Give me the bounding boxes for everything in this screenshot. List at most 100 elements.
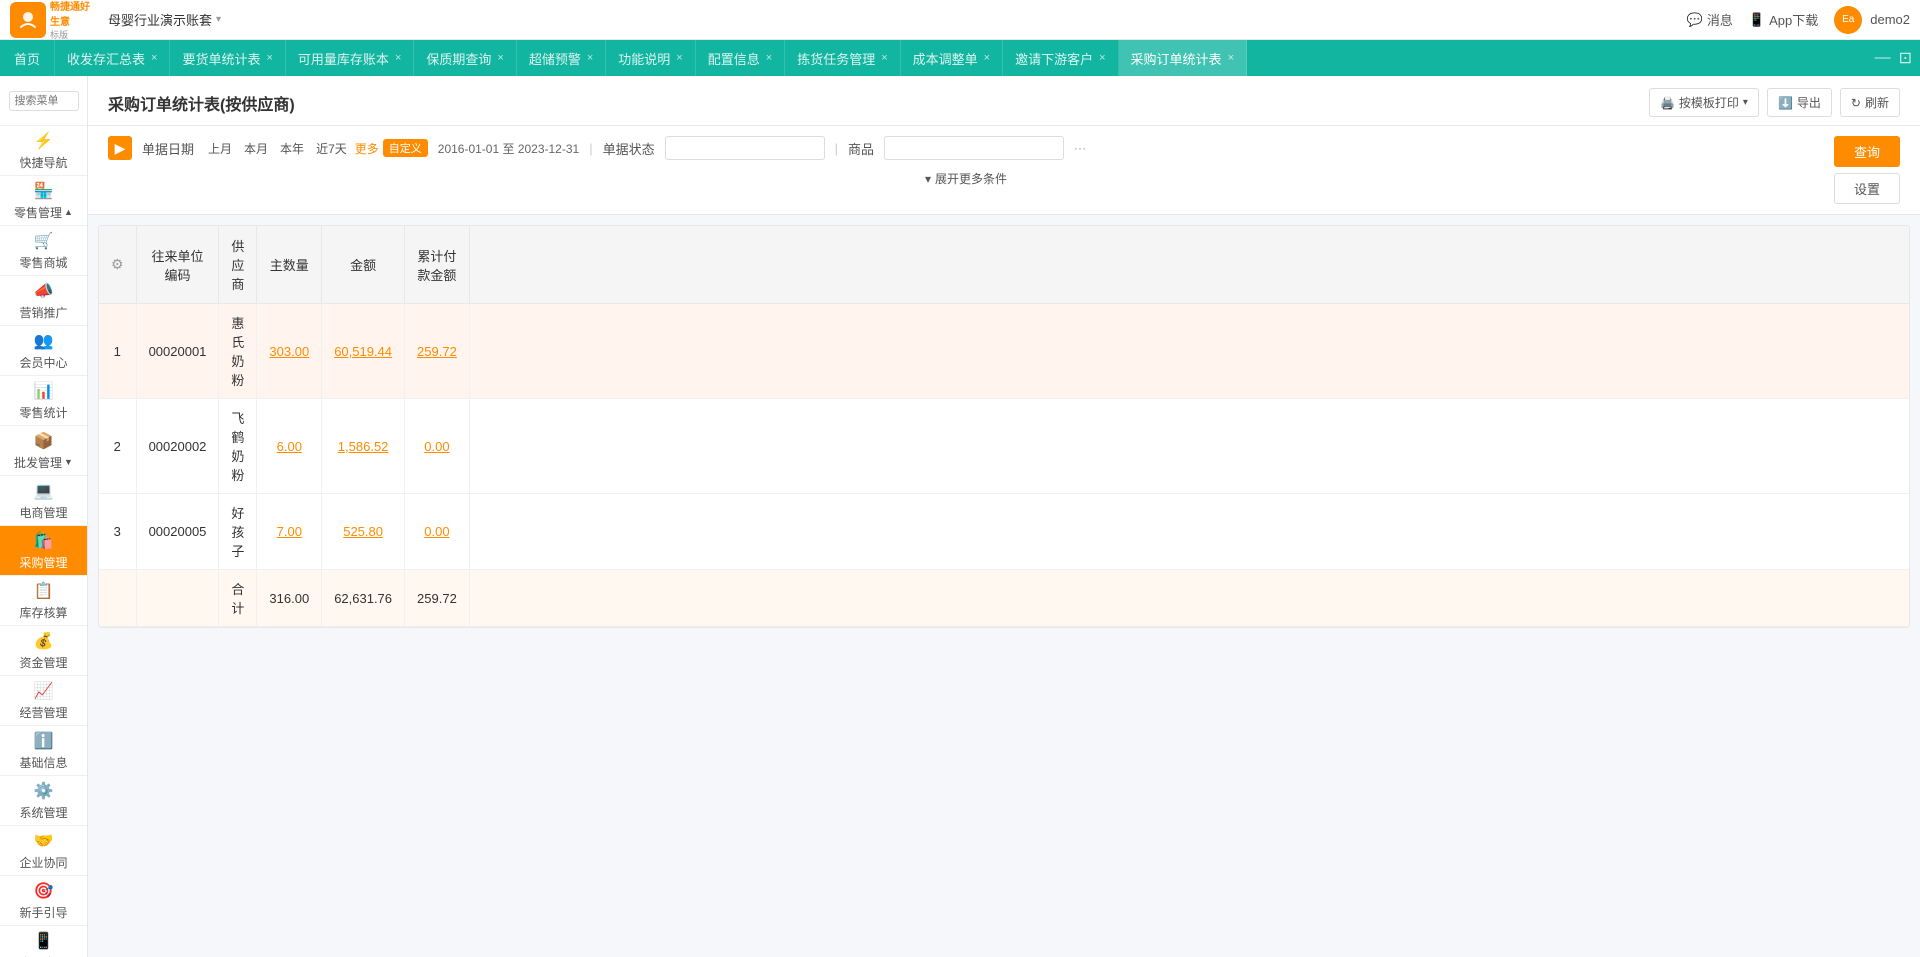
data-table: ⚙ 往来单位编码 供应商 主数量 金额 累计付款金额 1: [99, 226, 1909, 627]
sidebar-item-corp-collab[interactable]: 🤝 企业协同: [0, 826, 87, 876]
tab-config-info[interactable]: 配置信息 ×: [696, 40, 785, 76]
tab-config-info-close[interactable]: ×: [766, 52, 772, 64]
goods-more-icon[interactable]: ···: [1074, 141, 1086, 155]
sidebar-item-retail-mgmt-label: 零售管理▲: [14, 204, 73, 221]
user-area[interactable]: Ea demo2: [1834, 6, 1910, 34]
tab-overstock-warning-close[interactable]: ×: [587, 52, 593, 64]
row-1-amount-link[interactable]: 60,519.44: [334, 344, 392, 359]
sidebar-item-system-mgmt[interactable]: ⚙️ 系统管理: [0, 776, 87, 826]
date-range-text: 2016-01-01 至 2023-12-31: [438, 140, 579, 157]
tab-receive-summary-close[interactable]: ×: [151, 52, 157, 64]
row-3-amount-link[interactable]: 525.80: [343, 524, 383, 539]
message-btn[interactable]: 💬 消息: [1687, 10, 1733, 29]
app-download-btn[interactable]: 📱 App下载: [1749, 10, 1818, 29]
row-1-paid-link[interactable]: 259.72: [417, 344, 457, 359]
row-3-qty-link[interactable]: 7.00: [277, 524, 302, 539]
sidebar-item-ops-mgmt[interactable]: 📈 经营管理: [0, 676, 87, 726]
table-footer-row: 合计 316.00 62,631.76 259.72: [99, 570, 1909, 627]
tab-invite-downstream-close[interactable]: ×: [1099, 52, 1105, 64]
sidebar-item-retail-stats[interactable]: 📊 零售统计: [0, 376, 87, 426]
row-2-qty-link[interactable]: 6.00: [277, 439, 302, 454]
sidebar-item-wholesale-mgmt[interactable]: 📦 批发管理▼: [0, 426, 87, 476]
tab-purchase-summary[interactable]: 采购订单统计表 ×: [1119, 40, 1247, 76]
sidebar-item-quick-nav[interactable]: ⚡ 快捷导航: [0, 126, 87, 176]
workspace-name: 母婴行业演示账套: [108, 10, 212, 29]
tab-available-stock-close[interactable]: ×: [395, 52, 401, 64]
footer-empty-2: [136, 570, 219, 627]
query-button[interactable]: 查询: [1834, 136, 1900, 167]
settings-button[interactable]: 设置: [1834, 173, 1900, 204]
sidebar-search-input[interactable]: [9, 91, 79, 111]
inventory-icon: 📋: [34, 581, 54, 601]
print-button[interactable]: 🖨️ 按模板打印 ▾: [1649, 88, 1759, 117]
finance-icon: 💰: [34, 631, 54, 651]
filter-main: ▶ 单据日期 上月 本月 本年 近7天 更多 自定义 20: [108, 136, 1900, 204]
filter-divider-2: |: [835, 141, 838, 156]
tab-home[interactable]: 首页: [0, 40, 55, 76]
sidebar-item-retail-mgmt[interactable]: 🏪 零售管理▲: [0, 176, 87, 226]
minimize-icon[interactable]: —: [1875, 49, 1891, 67]
row-2-paid-link[interactable]: 0.00: [424, 439, 449, 454]
workspace-selector[interactable]: 母婴行业演示账套 ▾: [98, 10, 1687, 29]
tab-cost-adjust[interactable]: 成本调整单 ×: [901, 40, 1003, 76]
tab-expiry-query-close[interactable]: ×: [497, 52, 503, 64]
export-button[interactable]: ⬇️ 导出: [1767, 88, 1832, 117]
col-qty-header: 主数量: [257, 226, 322, 304]
row-1-qty-link[interactable]: 303.00: [269, 344, 309, 359]
goods-input[interactable]: [884, 136, 1064, 160]
sidebar-item-retail-shop[interactable]: 🛒 零售商城: [0, 226, 87, 276]
col-gear-icon[interactable]: ⚙: [111, 256, 124, 272]
user-avatar: Ea: [1834, 6, 1862, 34]
sidebar-item-new-guide[interactable]: 🎯 新手引导: [0, 876, 87, 926]
new-guide-icon: 🎯: [34, 881, 54, 901]
footer-label: 合计: [219, 570, 257, 627]
refresh-icon: ↻: [1851, 96, 1861, 110]
sidebar-item-system-mgmt-label: 系统管理: [19, 804, 67, 821]
sidebar-item-marketing[interactable]: 📣 营销推广: [0, 276, 87, 326]
date-shortcut-7days[interactable]: 近7天: [312, 138, 351, 159]
refresh-button[interactable]: ↻ 刷新: [1840, 88, 1900, 117]
tab-goods-summary-close[interactable]: ×: [266, 52, 272, 64]
tab-function-desc-close[interactable]: ×: [676, 52, 682, 64]
sidebar-item-inventory[interactable]: 📋 库存核算: [0, 576, 87, 626]
tab-task-mgmt[interactable]: 拣货任务管理 ×: [785, 40, 900, 76]
filter-toggle-btn[interactable]: ▶: [108, 136, 132, 160]
export-icon: ⬇️: [1778, 96, 1793, 110]
page-title: 采购订单统计表(按供应商): [108, 91, 295, 115]
table-row: 1 00020001 惠氏奶粉 303.00 60,519.44 259.72: [99, 304, 1909, 399]
date-shortcut-last-month[interactable]: 上月: [204, 138, 236, 159]
tab-expiry-query-label: 保质期查询: [426, 49, 491, 68]
date-shortcut-this-year[interactable]: 本年: [276, 138, 308, 159]
tab-task-mgmt-close[interactable]: ×: [881, 52, 887, 64]
member-center-icon: 👥: [34, 331, 54, 351]
filter-bar: ▶ 单据日期 上月 本月 本年 近7天 更多 自定义 20: [88, 126, 1920, 215]
sidebar-item-finance[interactable]: 💰 资金管理: [0, 626, 87, 676]
sidebar-item-member-center[interactable]: 👥 会员中心: [0, 326, 87, 376]
row-3-paid-link[interactable]: 0.00: [424, 524, 449, 539]
tab-overstock-warning[interactable]: 超储预警 ×: [517, 40, 606, 76]
sidebar-item-finance-label: 资金管理: [19, 654, 67, 671]
tab-expiry-query[interactable]: 保质期查询 ×: [414, 40, 516, 76]
row-2-amount-link[interactable]: 1,586.52: [338, 439, 389, 454]
date-shortcut-this-month[interactable]: 本月: [240, 138, 272, 159]
sidebar-item-ecommerce[interactable]: 💻 电商管理: [0, 476, 87, 526]
tab-cost-adjust-close[interactable]: ×: [984, 52, 990, 64]
tab-invite-downstream[interactable]: 邀请下游客户 ×: [1003, 40, 1118, 76]
expand-more-btn[interactable]: ▾ 展开更多条件: [108, 166, 1824, 191]
sidebar-item-app-center[interactable]: 📱 应用中心: [0, 926, 87, 957]
tab-available-stock[interactable]: 可用量库存账本 ×: [286, 40, 414, 76]
tab-receive-summary[interactable]: 收发存汇总表 ×: [55, 40, 170, 76]
main-layout: ⚡ 快捷导航 🏪 零售管理▲ 🛒 零售商城 📣 营销推广 👥 会员中心 📊 零售…: [0, 76, 1920, 957]
sidebar-item-basic-info[interactable]: ℹ️ 基础信息: [0, 726, 87, 776]
ops-mgmt-icon: 📈: [34, 681, 54, 701]
wholesale-mgmt-icon: 📦: [34, 431, 54, 451]
sidebar-search-area[interactable]: [0, 76, 87, 126]
tab-goods-summary[interactable]: 要货单统计表 ×: [170, 40, 285, 76]
tab-function-desc[interactable]: 功能说明 ×: [606, 40, 695, 76]
maximize-icon[interactable]: ⊡: [1899, 48, 1912, 68]
status-select[interactable]: [665, 136, 825, 160]
tab-purchase-summary-close[interactable]: ×: [1228, 52, 1234, 64]
date-shortcut-more[interactable]: 更多: [355, 140, 379, 157]
col-paid-header: 累计付款金额: [405, 226, 470, 304]
sidebar-item-purchase-mgmt[interactable]: 🛍️ 采购管理: [0, 526, 87, 576]
